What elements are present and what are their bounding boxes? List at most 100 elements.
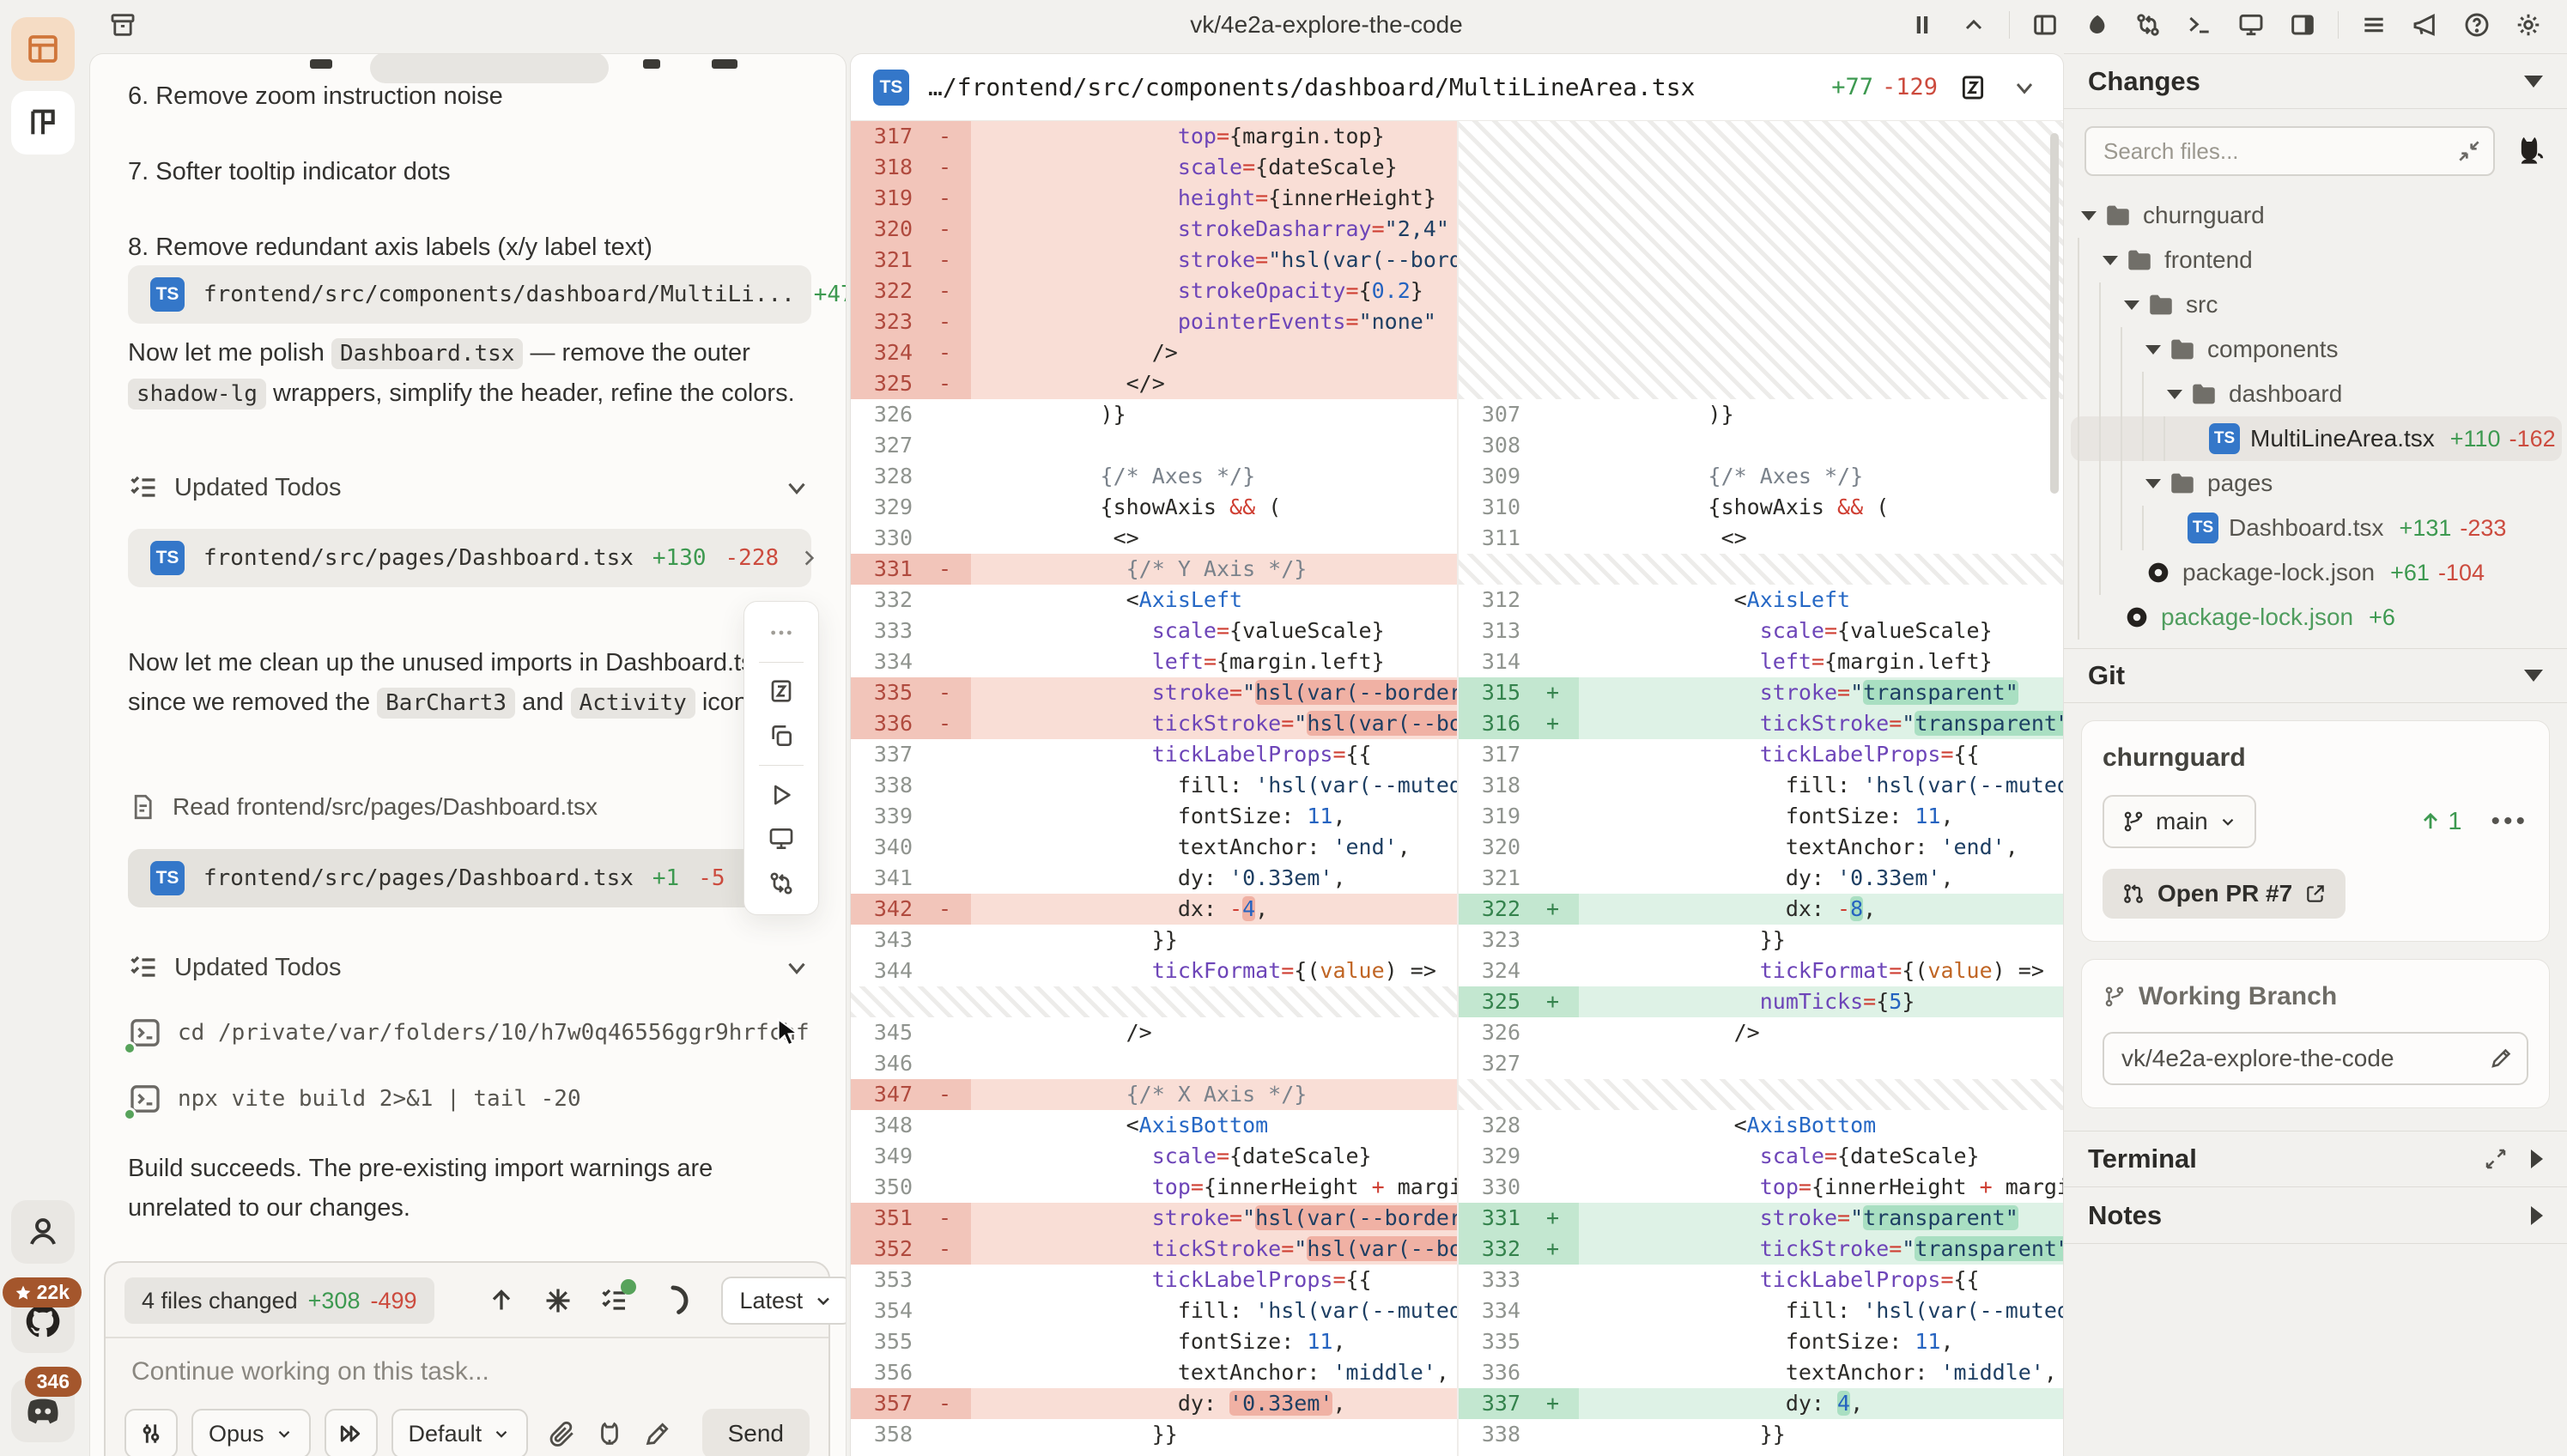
panel-left-icon[interactable] (2029, 9, 2061, 41)
stamp-z-icon[interactable] (1957, 71, 1989, 104)
archive-icon[interactable] (106, 9, 139, 41)
diff-scrollbar-thumb[interactable] (2050, 133, 2059, 494)
section-collapse-icon[interactable] (2524, 76, 2543, 88)
tree-item-package-lock.json[interactable]: package-lock.json+61-104 (2064, 550, 2567, 595)
rail-board-button[interactable] (11, 91, 75, 155)
expand-icon[interactable] (2483, 1146, 2509, 1172)
caret-down-icon[interactable] (2124, 300, 2139, 310)
tree-item-src[interactable]: src (2064, 282, 2567, 327)
updated-todos-row[interactable]: Updated Todos (128, 952, 811, 983)
rail-layout-button[interactable] (11, 17, 75, 81)
fast-forward-button[interactable] (325, 1409, 378, 1456)
edit-pencil-icon[interactable] (2489, 1045, 2515, 1071)
file-chip-dashboard-1[interactable]: TS frontend/src/pages/Dashboard.tsx +130… (128, 529, 811, 587)
file-chip-multilinearea[interactable]: TS frontend/src/components/dashboard/Mul… (128, 265, 811, 324)
caret-down-icon[interactable] (2167, 390, 2182, 399)
tree-item-frontend[interactable]: frontend (2064, 238, 2567, 282)
diff-line-357: 357- dy: '0.33em', (851, 1388, 1457, 1419)
play-icon[interactable] (764, 780, 798, 810)
git-compare-icon[interactable] (2132, 9, 2164, 41)
copy-icon[interactable] (764, 720, 798, 751)
stamp-z-icon[interactable] (764, 676, 798, 707)
read-file-row[interactable]: Read frontend/src/pages/Dashboard.tsx (128, 792, 811, 822)
tree-item-multilinearea.tsx[interactable]: TSMultiLineArea.tsx+110-162 (2064, 416, 2567, 461)
tree-item-dashboard[interactable]: dashboard (2064, 372, 2567, 416)
typescript-file-icon: TS (150, 541, 185, 575)
search-files-box (2085, 126, 2495, 176)
terminal-command-row[interactable]: npx vite build 2>&1 | tail -20 (128, 1082, 811, 1116)
open-pr-button[interactable]: Open PR #7 (2103, 869, 2345, 919)
mode-dropdown[interactable]: Default (391, 1409, 529, 1456)
tree-item-package-lock.json[interactable]: package-lock.json+6 (2064, 595, 2567, 640)
rail-github-button[interactable]: 22k (11, 1289, 75, 1353)
model-dropdown[interactable]: Opus (191, 1409, 311, 1456)
diff-line-335: 335 fontSize: 11, (1459, 1326, 2064, 1357)
rail-discord-button[interactable]: 346 (11, 1379, 75, 1442)
git-compare-icon[interactable] (764, 868, 798, 899)
notes-section-header[interactable]: Notes (2064, 1187, 2567, 1244)
terminal-command-row[interactable]: cd /private/var/folders/10/h7w0q46556ggr… (128, 1016, 811, 1050)
caret-down-icon[interactable] (2081, 211, 2097, 221)
collapse-up-icon[interactable] (1957, 9, 1990, 41)
diff-line-322: 322- strokeOpacity={0.2} (851, 276, 1457, 306)
caret-down-icon[interactable] (2145, 345, 2161, 355)
chat-input[interactable] (131, 1357, 797, 1386)
json-file-icon (2145, 559, 2172, 586)
updated-todos-row[interactable]: Updated Todos (128, 472, 811, 503)
chevron-down-icon[interactable] (2008, 71, 2041, 104)
file-chip-dashboard-2[interactable]: TS frontend/src/pages/Dashboard.tsx +1 -… (128, 849, 811, 907)
chevron-down-icon[interactable] (782, 473, 811, 502)
terminal-icon[interactable] (2183, 9, 2216, 41)
diff-line-342: 342- dx: -4, (851, 894, 1457, 925)
section-expand-icon[interactable] (2531, 1206, 2543, 1225)
menu-icon[interactable] (2358, 9, 2390, 41)
scroll-up-icon[interactable] (486, 1285, 517, 1316)
changes-section-header[interactable]: Changes (2064, 54, 2567, 109)
list-checks-icon (128, 952, 159, 983)
working-branch-input[interactable] (2103, 1032, 2528, 1085)
git-section-header[interactable]: Git (2064, 648, 2567, 703)
cat-icon[interactable] (595, 1419, 624, 1448)
section-expand-icon[interactable] (2531, 1150, 2543, 1168)
branch-dropdown[interactable]: main (2103, 795, 2256, 848)
diff-line-320: 320 textAnchor: 'end', (1459, 832, 2064, 863)
diff-line-330: 330 <> (851, 523, 1457, 554)
git-more-options[interactable]: ••• (2491, 807, 2528, 836)
chevron-down-icon[interactable] (782, 953, 811, 982)
megaphone-icon[interactable] (2409, 9, 2442, 41)
tree-item-components[interactable]: components (2064, 327, 2567, 372)
latest-dropdown[interactable]: Latest (721, 1277, 847, 1325)
settings-sliders-button[interactable] (124, 1409, 178, 1456)
pen-icon[interactable] (643, 1419, 672, 1448)
files-changed-badge[interactable]: 4 files changed +308 -499 (124, 1277, 434, 1324)
attach-paperclip-icon[interactable] (547, 1419, 576, 1448)
display-icon[interactable] (764, 824, 798, 855)
rail-account-button[interactable] (11, 1200, 75, 1264)
help-icon[interactable] (2461, 9, 2493, 41)
tree-item-pages[interactable]: pages (2064, 461, 2567, 506)
todos-indicator-icon[interactable] (599, 1285, 630, 1316)
display-icon[interactable] (2235, 9, 2267, 41)
collapse-tree-icon[interactable] (2455, 137, 2483, 165)
section-collapse-icon[interactable] (2524, 670, 2543, 682)
external-link-icon (2304, 883, 2327, 905)
send-button[interactable]: Send (702, 1409, 810, 1456)
diff-gap (1459, 554, 2064, 585)
diff-line-340: 340 textAnchor: 'end', (851, 832, 1457, 863)
ink-drop-icon[interactable] (2080, 9, 2113, 41)
search-files-input[interactable] (2085, 126, 2495, 176)
panel-right-icon[interactable] (2286, 9, 2319, 41)
tree-item-churnguard[interactable]: churnguard (2064, 193, 2567, 238)
caret-down-icon[interactable] (2145, 479, 2161, 488)
spark-icon[interactable] (543, 1285, 573, 1316)
pause-icon[interactable] (1906, 9, 1939, 41)
caret-down-icon[interactable] (2103, 256, 2118, 265)
diff-line-320: 320- strokeDasharray="2,4" (851, 214, 1457, 245)
more-options-icon[interactable] (764, 617, 798, 648)
tree-item-label: src (2186, 291, 2218, 318)
tree-item-dashboard.tsx[interactable]: TSDashboard.tsx+131-233 (2064, 506, 2567, 550)
diff-line-318: 318 fill: 'hsl(var(--muted-fo (1459, 770, 2064, 801)
terminal-section-header[interactable]: Terminal (2064, 1131, 2567, 1187)
cat-icon[interactable] (2510, 132, 2548, 170)
settings-gear-icon[interactable] (2512, 9, 2545, 41)
